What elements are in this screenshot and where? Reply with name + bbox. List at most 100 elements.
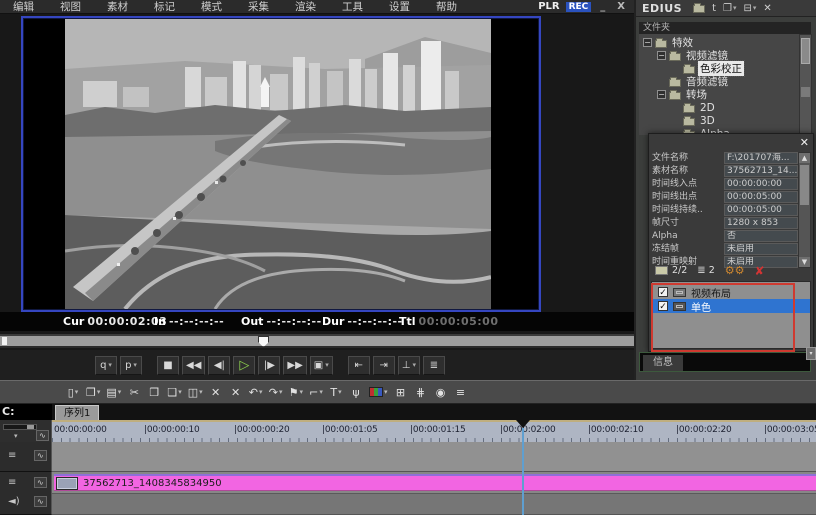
delete-button[interactable]: ✕	[227, 383, 245, 401]
menubar-item[interactable]: 渲染	[282, 0, 329, 14]
tree-scrollbar-thumb[interactable]	[801, 38, 810, 64]
cut-button[interactable]: ✂	[125, 383, 143, 401]
close-button[interactable]: X	[614, 1, 628, 12]
tree-item[interactable]: 3D	[639, 114, 799, 127]
effect-row[interactable]: ✓ 单色	[652, 299, 810, 313]
tree-scrollbar[interactable]	[799, 34, 812, 135]
playhead-handle[interactable]	[516, 420, 530, 428]
properties-close-icon[interactable]: ✕	[800, 136, 809, 149]
in-label: In	[154, 315, 166, 328]
set-out-button[interactable]: p▾	[120, 356, 142, 375]
property-row: 文件名称 F:\201707海...	[652, 152, 798, 164]
video-track-header[interactable]: ≡ ∿	[0, 442, 52, 472]
speaker-icon[interactable]: ◄)	[8, 496, 20, 507]
tab-information[interactable]: 信息	[643, 355, 683, 371]
dock-icon[interactable]: ⊟▾	[744, 3, 757, 14]
playback-button[interactable]: ◉	[432, 383, 450, 401]
effect-checkbox[interactable]: ✓	[658, 287, 668, 297]
paste-button[interactable]: ❑▾	[165, 383, 183, 401]
set-out-dropdown-icon[interactable]: ▾	[133, 361, 137, 369]
previous-frame-button[interactable]: ◀|	[208, 356, 230, 375]
cascade-windows-icon[interactable]: ❐▾	[723, 3, 736, 14]
menubar-item[interactable]: 工具	[329, 0, 376, 14]
delete-effect-icon[interactable]: ✘	[754, 264, 764, 278]
tree-item[interactable]: 音频滤镜	[639, 75, 799, 88]
redo-button[interactable]: ↷▾	[267, 383, 285, 401]
next-frame-button[interactable]: |▶	[258, 356, 280, 375]
open-button[interactable]: ❒▾	[84, 383, 102, 401]
menubar-item[interactable]: 帮助	[423, 0, 470, 14]
tree-item[interactable]: 2D	[639, 101, 799, 114]
capture-button[interactable]: ◫▾	[186, 383, 205, 401]
display-mode-button[interactable]: ▣▾	[310, 356, 333, 375]
effect-row[interactable]: ✓ 视频布局	[652, 285, 810, 299]
jump-to-out-button[interactable]: ⇥	[373, 356, 395, 375]
waveform-toggle-icon[interactable]: ∿	[36, 430, 49, 441]
marker-button[interactable]: ⚑▾	[287, 383, 305, 401]
tree-item[interactable]: − 转场	[639, 88, 799, 101]
play-button[interactable]: ▷	[233, 356, 255, 375]
copy-button[interactable]: ❐	[145, 383, 163, 401]
audio-lane-area[interactable]	[52, 493, 816, 514]
voiceover-button[interactable]: ψ	[347, 383, 365, 401]
colorbars-button[interactable]: ▾	[367, 383, 390, 401]
title-tool-button[interactable]: T▾	[327, 383, 345, 401]
zoom-dropdown-icon[interactable]: ▾	[14, 432, 18, 440]
preview-scrubber[interactable]	[0, 334, 634, 348]
timeline-ruler[interactable]: 00:00:00:00|00:00:00:10|00:00:00:20|00:0…	[52, 420, 816, 442]
menubar-item[interactable]: 模式	[188, 0, 235, 14]
track-list-icon[interactable]: ≡	[8, 450, 16, 461]
scroll-up-icon[interactable]: ▲	[799, 153, 810, 163]
text-tool-icon[interactable]: t	[712, 3, 716, 14]
track-wave-icon[interactable]: ∿	[34, 477, 47, 488]
va-track-lane[interactable]: 37562713_1408345834950	[52, 472, 816, 515]
scrubber-playhead-handle[interactable]	[258, 336, 269, 347]
effect-checkbox[interactable]: ✓	[658, 301, 668, 311]
trim-button[interactable]: ⊥▾	[398, 356, 420, 375]
tree-expander-icon[interactable]: −	[657, 51, 666, 60]
set-in-button[interactable]: q▾	[95, 356, 117, 375]
minimize-button[interactable]: _	[597, 1, 608, 12]
menubar-item[interactable]: 素材	[94, 0, 141, 14]
menubar-item[interactable]: 标记	[141, 0, 188, 14]
video-track-lane[interactable]	[52, 442, 816, 472]
track-wave-icon[interactable]: ∿	[34, 496, 47, 507]
properties-scrollbar-thumb[interactable]	[800, 165, 809, 205]
grid-view-button[interactable]: ⊞	[392, 383, 410, 401]
panel-scroll-button[interactable]: ▾	[806, 347, 816, 360]
jump-to-in-button[interactable]: ⇤	[348, 356, 370, 375]
va-track-header[interactable]: ≡ ∿ ◄) ∿	[0, 472, 52, 515]
tree-expander-icon[interactable]: −	[657, 90, 666, 99]
menubar-item[interactable]: 设置	[376, 0, 423, 14]
trim-dropdown-icon[interactable]: ▾	[412, 361, 416, 369]
undo-button[interactable]: ↶▾	[247, 383, 265, 401]
audio-mixer-button[interactable]: ⋕	[412, 383, 430, 401]
track-list-icon[interactable]: ≡	[8, 477, 16, 488]
save-button[interactable]: ▤▾	[104, 383, 123, 401]
timeline-zoom-slider[interactable]	[3, 424, 37, 430]
menubar-item[interactable]: 采集	[235, 0, 282, 14]
menubar-item[interactable]: 视图	[47, 0, 94, 14]
display-dropdown-icon[interactable]: ▾	[325, 361, 329, 369]
menubar-item[interactable]: 编辑	[0, 0, 47, 14]
settings-gear-icon[interactable]: ⚙⚙	[725, 264, 745, 277]
tree-expander-icon[interactable]: −	[643, 38, 652, 47]
timeline-clip[interactable]: 37562713_1408345834950	[54, 474, 816, 491]
folder-icon[interactable]	[693, 3, 705, 13]
new-sequence-button[interactable]: ▯▾	[64, 383, 82, 401]
effects-bin-panel: EDIUS t ❐▾ ⊟▾ ✕ 文件夹 − 特效 − 视频滤镜	[634, 0, 816, 380]
ripple-delete-button[interactable]: ✕	[207, 383, 225, 401]
timeline-menu-button[interactable]: ≡	[452, 383, 470, 401]
track-wave-icon[interactable]: ∿	[34, 450, 47, 461]
set-in-dropdown-icon[interactable]: ▾	[108, 361, 112, 369]
property-row: 素材名称 37562713_14...	[652, 165, 798, 177]
more-controls-button[interactable]: ≣	[423, 356, 445, 375]
timeline-toolbar: ▯▾ ❒▾ ▤▾ ✂ ❐ ❑▾ ◫▾ ✕ ✕ ↶▾ ↷▾ ⚑▾ ⌐▾ T▾ ψ …	[0, 380, 816, 404]
stop-button[interactable]: ■	[157, 356, 179, 375]
bin-close-icon[interactable]: ✕	[763, 3, 771, 14]
fast-forward-button[interactable]: ▶▶	[283, 356, 306, 375]
properties-scrollbar[interactable]: ▲ ▼	[798, 152, 811, 268]
tab-sequence-1[interactable]: 序列1	[55, 405, 99, 420]
rewind-button[interactable]: ◀◀	[182, 356, 205, 375]
edit-mode-button[interactable]: ⌐▾	[307, 383, 325, 401]
